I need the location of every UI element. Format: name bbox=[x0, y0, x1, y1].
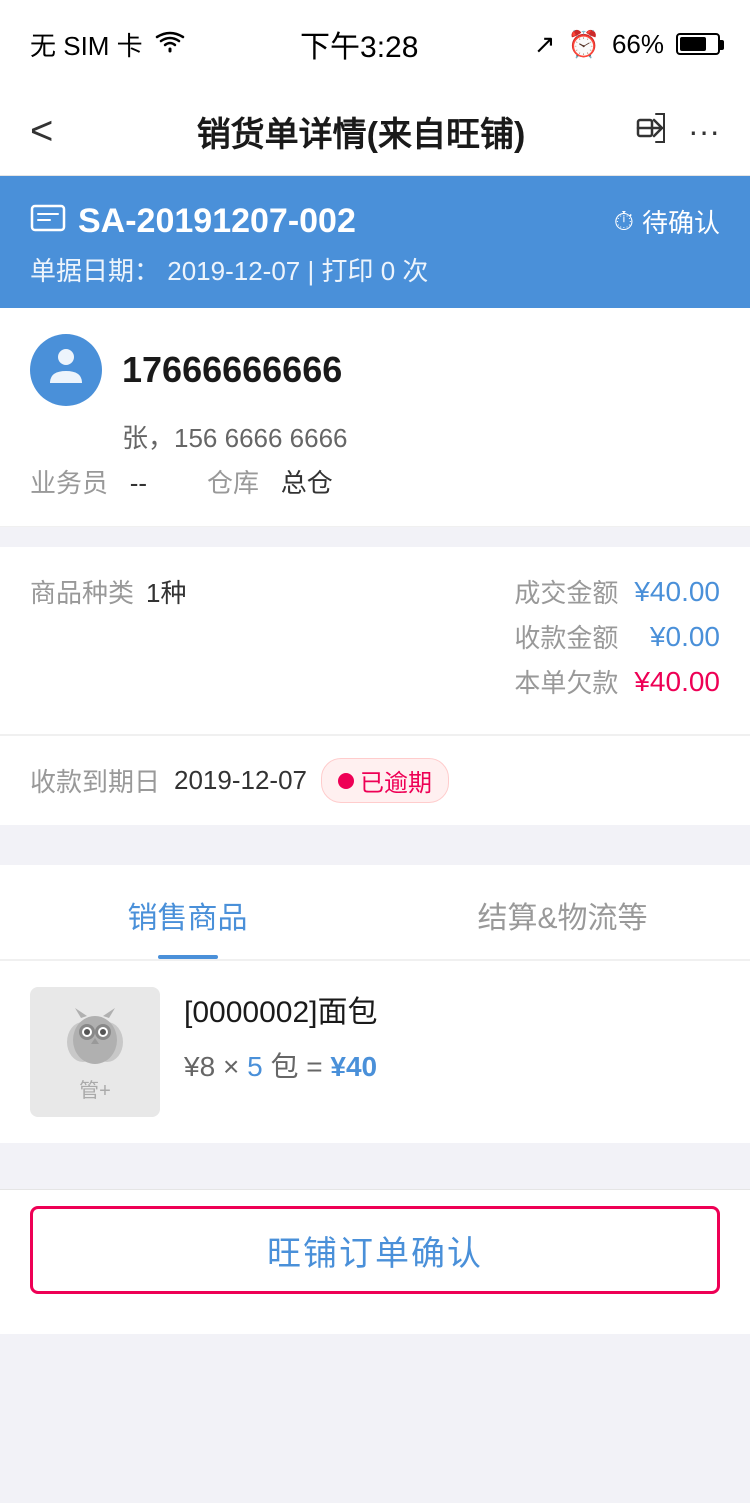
goods-type-value: 1种 bbox=[146, 573, 186, 610]
divider-2 bbox=[0, 825, 750, 845]
page-title: 销货单详情(来自旺铺) bbox=[197, 107, 526, 156]
print-label: | 打印 bbox=[307, 256, 373, 286]
alarm-icon: ⏰ bbox=[568, 29, 600, 60]
summary-section: 商品种类 1种 成交金额 ¥40.00 收款金额 ¥0.00 本单欠款 ¥40.… bbox=[0, 547, 750, 735]
bottom-bar: 旺铺订单确认 bbox=[0, 1189, 750, 1334]
order-header: SA-20191207-002 ⏱ 待确认 单据日期： 2019-12-07 |… bbox=[0, 176, 750, 308]
product-name-text: 面包 bbox=[317, 996, 377, 1029]
back-button[interactable]: < bbox=[30, 109, 90, 154]
order-id-text: SA-20191207-002 bbox=[78, 202, 356, 241]
order-date-row: 单据日期： 2019-12-07 | 打印 0 次 bbox=[30, 251, 720, 288]
status-bar: 无 SIM 卡 下午3:28 ↗ ⏰ 66% bbox=[0, 0, 750, 88]
deal-amount-row: 成交金额 ¥40.00 bbox=[514, 573, 720, 610]
more-icon[interactable]: ··· bbox=[688, 113, 720, 150]
product-info: [0000002]面包 ¥8 × 5 包 = ¥40 bbox=[184, 987, 720, 1085]
deal-amount-label: 成交金额 bbox=[514, 573, 618, 610]
share-icon[interactable] bbox=[632, 110, 668, 154]
product-logo-text: 管+ bbox=[79, 1074, 111, 1103]
customer-card: 17666666666 张，156 6666 6666 业务员 -- 仓库 总仓 bbox=[0, 308, 750, 527]
product-total: ¥40 bbox=[330, 1051, 377, 1082]
status-time: 下午3:28 bbox=[300, 22, 418, 66]
staff-value-text: -- bbox=[130, 468, 147, 498]
goods-type-group: 商品种类 1种 bbox=[30, 573, 186, 610]
received-amount-row: 收款金额 ¥0.00 bbox=[514, 618, 720, 655]
overdue-badge: 已逾期 bbox=[321, 758, 449, 803]
deal-amount-value: ¥40.00 bbox=[634, 576, 720, 608]
staff-info: 业务员 -- bbox=[30, 463, 147, 500]
status-right: ↗ ⏰ 66% bbox=[534, 29, 720, 60]
customer-info-row: 业务员 -- 仓库 总仓 bbox=[30, 463, 720, 500]
person-icon bbox=[44, 343, 88, 398]
warehouse-label: 仓库 bbox=[207, 468, 259, 498]
divider-1 bbox=[0, 527, 750, 547]
multiply-sign: × bbox=[223, 1051, 247, 1082]
confirm-button[interactable]: 旺铺订单确认 bbox=[30, 1206, 720, 1294]
customer-name-phone: 张，156 6666 6666 bbox=[122, 418, 720, 455]
order-status: ⏱ 待确认 bbox=[614, 203, 720, 240]
summary-row: 商品种类 1种 成交金额 ¥40.00 收款金额 ¥0.00 本单欠款 ¥40.… bbox=[30, 573, 720, 708]
order-date-value: 2019-12-07 bbox=[167, 256, 300, 286]
customer-avatar bbox=[30, 334, 102, 406]
due-date-section: 收款到期日 2019-12-07 已逾期 bbox=[0, 735, 750, 825]
warehouse-value bbox=[266, 468, 273, 498]
received-value: ¥0.00 bbox=[650, 621, 720, 653]
product-qty: 5 bbox=[247, 1051, 263, 1082]
tab-underline bbox=[158, 955, 218, 959]
status-text: 待确认 bbox=[642, 203, 720, 240]
product-name: [0000002]面包 bbox=[184, 987, 720, 1031]
received-label: 收款金额 bbox=[514, 618, 618, 655]
product-code: [0000002] bbox=[184, 996, 317, 1029]
due-date-value: 2019-12-07 bbox=[174, 765, 307, 796]
tab-products[interactable]: 销售商品 bbox=[0, 865, 375, 959]
staff-label: 业务员 bbox=[30, 468, 108, 498]
tabs-section: 销售商品 结算&物流等 bbox=[0, 865, 750, 961]
product-image: 管+ bbox=[30, 987, 160, 1117]
date-label: 单据日期： bbox=[30, 256, 160, 286]
print-count: 0 bbox=[381, 256, 395, 286]
unit-price: ¥8 bbox=[184, 1051, 215, 1082]
customer-phone: 17666666666 bbox=[122, 349, 342, 391]
status-left: 无 SIM 卡 bbox=[30, 26, 185, 63]
due-date-label: 收款到期日 bbox=[30, 762, 160, 799]
overdue-dot-icon bbox=[338, 773, 354, 789]
warehouse-value-text: 总仓 bbox=[281, 468, 333, 498]
product-logo-container: 管+ bbox=[30, 987, 160, 1117]
customer-main-row: 17666666666 bbox=[30, 334, 720, 406]
product-item: 管+ [0000002]面包 ¥8 × 5 包 = ¥40 bbox=[0, 961, 750, 1143]
owed-amount-row: 本单欠款 ¥40.00 bbox=[514, 663, 720, 700]
print-unit: 次 bbox=[402, 256, 428, 286]
nav-bar: < 销货单详情(来自旺铺) ··· bbox=[0, 88, 750, 176]
equals-sign: = bbox=[306, 1051, 322, 1082]
product-unit: 包 bbox=[270, 1051, 298, 1082]
staff-value bbox=[115, 468, 122, 498]
owed-value: ¥40.00 bbox=[634, 666, 720, 698]
bottom-spacer bbox=[0, 1343, 750, 1503]
product-price-row: ¥8 × 5 包 = ¥40 bbox=[184, 1045, 720, 1085]
goods-type-label: 商品种类 bbox=[30, 573, 134, 610]
order-id-row: SA-20191207-002 bbox=[30, 202, 356, 241]
tab-settlement-label: 结算&物流等 bbox=[477, 902, 647, 935]
order-icon bbox=[30, 202, 66, 241]
overdue-label: 已逾期 bbox=[360, 763, 432, 798]
nav-actions: ··· bbox=[632, 110, 720, 154]
warehouse-info: 仓库 总仓 bbox=[207, 463, 333, 500]
tab-settlement[interactable]: 结算&物流等 bbox=[375, 865, 750, 959]
tab-products-label: 销售商品 bbox=[128, 902, 248, 935]
battery-label: 66% bbox=[612, 29, 664, 60]
carrier-label: 无 SIM 卡 bbox=[30, 26, 143, 63]
owl-icon bbox=[55, 1002, 135, 1072]
battery-icon bbox=[676, 33, 720, 55]
location-icon: ↗ bbox=[534, 29, 556, 60]
wifi-icon bbox=[155, 29, 185, 60]
status-clock-icon: ⏱ bbox=[614, 206, 634, 238]
owed-label: 本单欠款 bbox=[514, 663, 618, 700]
amounts-group: 成交金额 ¥40.00 收款金额 ¥0.00 本单欠款 ¥40.00 bbox=[514, 573, 720, 708]
